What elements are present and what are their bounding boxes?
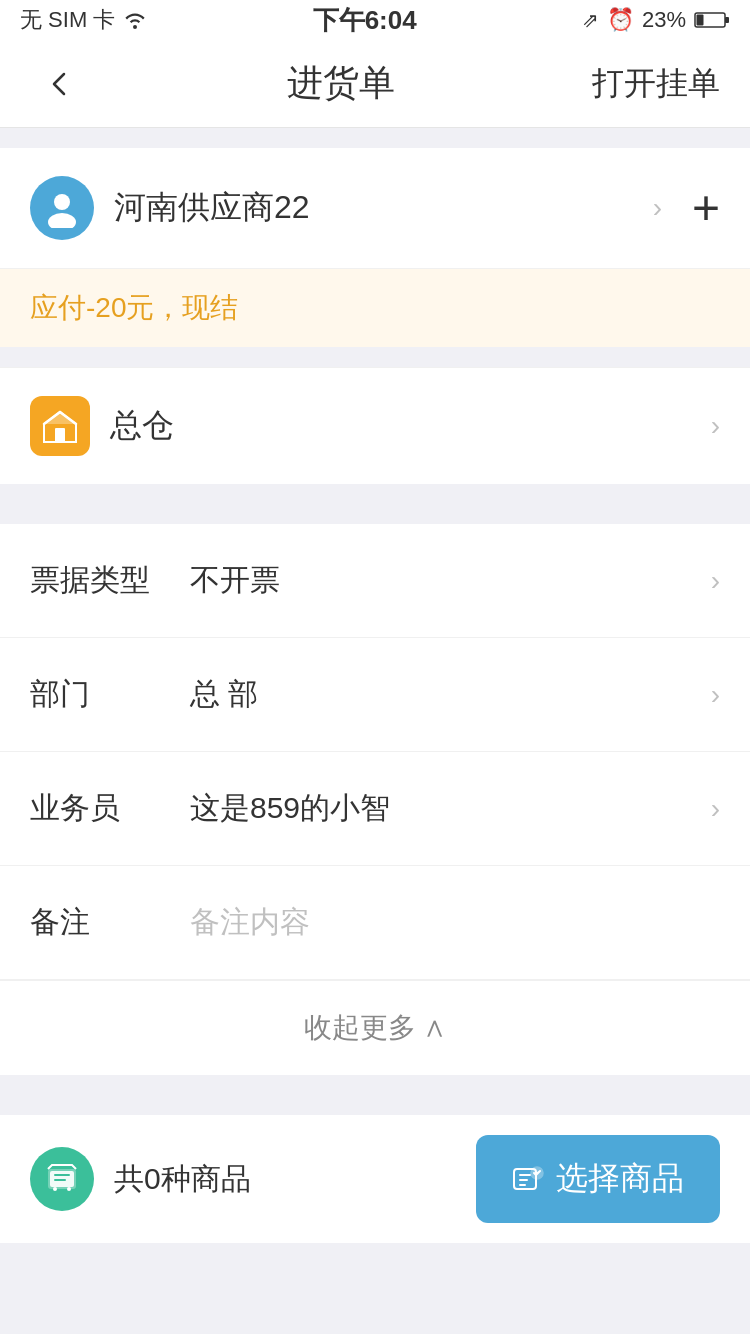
svg-rect-8 [54, 1174, 70, 1176]
salesperson-label: 业务员 [30, 788, 170, 829]
svg-point-4 [48, 213, 76, 228]
location-icon: ⇗ [582, 8, 599, 32]
warehouse-section: 总仓 › [0, 367, 750, 484]
battery-text: 23% [642, 7, 686, 33]
warehouse-arrow-icon: › [711, 410, 720, 442]
status-time: 下午6:04 [313, 3, 417, 38]
supplier-row[interactable]: 河南供应商22 › + [0, 148, 750, 269]
remark-row[interactable]: 备注 备注内容 [0, 866, 750, 980]
invoice-type-value: 不开票 [170, 560, 711, 601]
svg-point-11 [67, 1187, 71, 1191]
status-left: 无 SIM 卡 [20, 5, 147, 35]
section-divider-3 [0, 484, 750, 504]
remark-label: 备注 [30, 902, 170, 943]
invoice-type-label: 票据类型 [30, 560, 170, 601]
add-supplier-button[interactable]: + [692, 184, 720, 232]
collapse-label: 收起更多 ∧ [304, 1009, 447, 1047]
battery-icon [694, 10, 730, 30]
cart-icon [44, 1161, 80, 1197]
supplier-name: 河南供应商22 [114, 186, 653, 230]
remark-value[interactable]: 备注内容 [170, 902, 720, 943]
page-background [0, 1243, 750, 1334]
status-right: ⇗ ⏰ 23% [582, 7, 730, 33]
supplier-section: 河南供应商22 › + 应付-20元，现结 [0, 148, 750, 347]
bottom-bar: 共0种商品 选择商品 [0, 1115, 750, 1243]
back-button[interactable] [30, 54, 90, 114]
svg-point-3 [54, 194, 70, 210]
salesperson-arrow: › [711, 793, 720, 825]
salesperson-value: 这是859的小智 [170, 788, 711, 829]
department-row[interactable]: 部门 总 部 › [0, 638, 750, 752]
warehouse-icon [30, 396, 90, 456]
svg-rect-9 [54, 1179, 66, 1181]
department-label: 部门 [30, 674, 170, 715]
department-arrow: › [711, 679, 720, 711]
svg-rect-5 [55, 428, 65, 442]
form-section: 票据类型 不开票 › 部门 总 部 › 业务员 这是859的小智 › 备注 备注… [0, 524, 750, 1075]
warehouse-name: 总仓 [110, 404, 711, 448]
supplier-avatar [30, 176, 94, 240]
alarm-icon: ⏰ [607, 7, 634, 33]
carrier-text: 无 SIM 卡 [20, 5, 115, 35]
nav-bar: 进货单 打开挂单 [0, 40, 750, 128]
warehouse-row[interactable]: 总仓 › [0, 367, 750, 484]
back-icon [46, 70, 74, 98]
invoice-type-arrow: › [711, 565, 720, 597]
notice-bar: 应付-20元，现结 [0, 269, 750, 347]
avatar-icon [42, 188, 82, 228]
svg-rect-1 [725, 17, 729, 23]
product-count-icon [30, 1147, 94, 1211]
salesperson-row[interactable]: 业务员 这是859的小智 › [0, 752, 750, 866]
select-product-icon [512, 1163, 544, 1195]
section-divider-2 [0, 347, 750, 367]
product-count-text: 共0种商品 [114, 1159, 476, 1200]
collapse-row[interactable]: 收起更多 ∧ [0, 980, 750, 1075]
page-title: 进货单 [287, 59, 395, 108]
supplier-arrow-icon: › [653, 192, 662, 224]
select-product-label: 选择商品 [556, 1157, 684, 1201]
department-value: 总 部 [170, 674, 711, 715]
invoice-type-row[interactable]: 票据类型 不开票 › [0, 524, 750, 638]
section-divider-1 [0, 128, 750, 148]
wifi-icon [123, 11, 147, 29]
status-bar: 无 SIM 卡 下午6:04 ⇗ ⏰ 23% [0, 0, 750, 40]
section-divider-4 [0, 1075, 750, 1095]
open-pending-button[interactable]: 打开挂单 [592, 62, 720, 106]
house-icon [42, 408, 78, 444]
select-product-button[interactable]: 选择商品 [476, 1135, 720, 1223]
svg-point-10 [53, 1187, 57, 1191]
svg-rect-2 [697, 15, 704, 26]
